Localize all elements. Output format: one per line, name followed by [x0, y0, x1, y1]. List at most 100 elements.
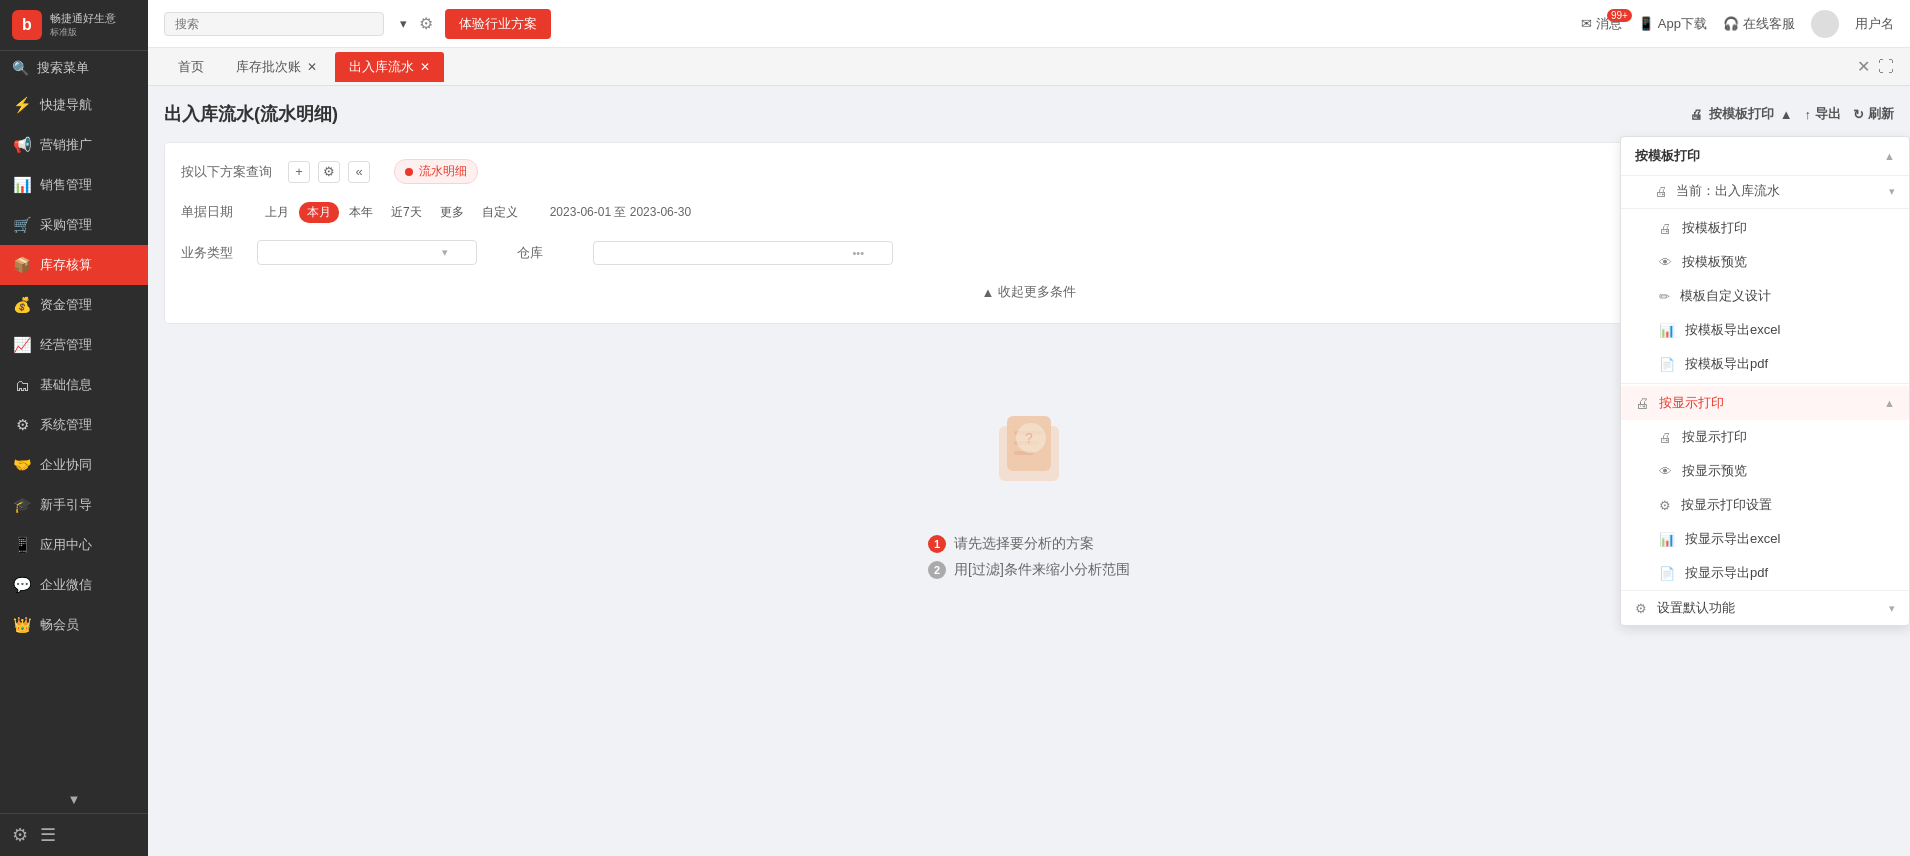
biz-type-select[interactable]: ▾: [257, 240, 477, 265]
template-custom-item[interactable]: ✏ 模板自定义设计: [1621, 279, 1909, 313]
collapse-menu-icon[interactable]: ☰: [40, 824, 56, 846]
template-pdf-item[interactable]: 📄 按模板导出pdf: [1621, 347, 1909, 381]
date-range-text: 2023-06-01 至 2023-06-30: [550, 204, 691, 221]
display-print-icon: 🖨: [1659, 430, 1672, 445]
sidebar-item-purchase[interactable]: 🛒 采购管理: [0, 205, 148, 245]
refresh-btn[interactable]: ↻ 刷新: [1853, 105, 1894, 123]
sidebar-item-basic[interactable]: 🗂 基础信息: [0, 365, 148, 405]
dropdown-current-item[interactable]: 🖨 当前：出入库流水 ▾: [1621, 176, 1909, 206]
set-default-item[interactable]: ⚙ 设置默认功能 ▾: [1621, 590, 1909, 625]
sidebar-search-item[interactable]: 🔍 搜索菜单: [0, 51, 148, 85]
display-pdf-item[interactable]: 📄 按显示导出pdf: [1621, 556, 1909, 590]
sidebar-item-label: 企业协同: [40, 456, 92, 474]
message-icon: ✉: [1581, 16, 1592, 31]
sidebar-item-quick-nav[interactable]: ⚡ 快捷导航: [0, 85, 148, 125]
date-tab-more[interactable]: 更多: [432, 202, 472, 223]
sidebar-item-marketing[interactable]: 📢 营销推广: [0, 125, 148, 165]
topbar-gear-icon[interactable]: ⚙: [419, 14, 433, 33]
tab-in-out-flow[interactable]: 出入库流水 ✕: [335, 52, 444, 82]
topbar-right: ✉ 消息 99+ 📱 App下载 🎧 在线客服 用户名: [1581, 10, 1894, 38]
filter-collapse-btn[interactable]: «: [348, 161, 370, 183]
template-preview-icon: 👁: [1659, 255, 1672, 270]
close-page-icon[interactable]: ✕: [1857, 57, 1870, 76]
date-tab-custom[interactable]: 自定义: [474, 202, 526, 223]
display-print-section-header[interactable]: 🖨 按显示打印 ▲: [1621, 386, 1909, 420]
sidebar-item-vip[interactable]: 👑 畅会员: [0, 605, 148, 645]
filter-actions: + ⚙ «: [288, 161, 370, 183]
display-excel-item[interactable]: 📊 按显示导出excel: [1621, 522, 1909, 556]
template-print-btn[interactable]: 🖨 按模板打印 ▲: [1690, 105, 1793, 123]
tab-in-out-flow-label: 出入库流水: [349, 58, 414, 76]
date-tab-this-month[interactable]: 本月: [299, 202, 339, 223]
finance-icon: 💰: [12, 295, 32, 315]
tab-home[interactable]: 首页: [164, 52, 218, 82]
template-custom-item-label: 模板自定义设计: [1680, 287, 1771, 305]
topbar-message-btn[interactable]: ✉ 消息 99+: [1581, 15, 1622, 33]
sidebar-scroll-down[interactable]: ▼: [0, 785, 148, 813]
page-header: 出入库流水(流水明细) 🖨 按模板打印 ▲ ↑ 导出 ↻ 刷新: [164, 102, 1894, 126]
industry-solution-button[interactable]: 体验行业方案: [445, 9, 551, 39]
divider-2: [1621, 383, 1909, 384]
basic-icon: 🗂: [12, 375, 32, 395]
sidebar-item-beginner[interactable]: 🎓 新手引导: [0, 485, 148, 525]
sidebar-item-operations[interactable]: 📈 经营管理: [0, 325, 148, 365]
refresh-label: 刷新: [1868, 105, 1894, 123]
topbar-search-input[interactable]: [164, 12, 384, 36]
brand-info: 畅捷通好生意 标准版: [50, 11, 116, 39]
sidebar-item-wechat[interactable]: 💬 企业微信: [0, 565, 148, 605]
purchase-icon: 🛒: [12, 215, 32, 235]
sidebar-item-system[interactable]: ⚙ 系统管理: [0, 405, 148, 445]
tab-batch-account[interactable]: 库存批次账 ✕: [222, 52, 331, 82]
beginner-icon: 🎓: [12, 495, 32, 515]
topbar-dropdown[interactable]: ▾: [396, 16, 407, 31]
warehouse-label: 仓库: [517, 244, 577, 262]
sidebar-item-inventory[interactable]: 📦 库存核算: [0, 245, 148, 285]
warehouse-arrow: •••: [852, 247, 864, 259]
active-filter-tag[interactable]: 流水明细: [394, 159, 478, 184]
template-excel-item[interactable]: 📊 按模板导出excel: [1621, 313, 1909, 347]
display-section-icon: 🖨: [1635, 395, 1649, 411]
collapse-label: 收起更多条件: [998, 283, 1076, 301]
filter-label: 按以下方案查询: [181, 163, 272, 181]
sidebar: b 畅捷通好生意 标准版 🔍 搜索菜单 ⚡ 快捷导航 📢 营销推广 📊 销售管理…: [0, 0, 148, 856]
settings-icon[interactable]: ⚙: [12, 824, 28, 846]
display-preview-item[interactable]: 👁 按显示预览: [1621, 454, 1909, 488]
current-printer-icon: 🖨: [1655, 184, 1668, 199]
warehouse-select[interactable]: •••: [593, 241, 893, 265]
sidebar-item-app-center[interactable]: 📱 应用中心: [0, 525, 148, 565]
date-tab-this-year[interactable]: 本年: [341, 202, 381, 223]
date-tab-last-month[interactable]: 上月: [257, 202, 297, 223]
display-section-label: 按显示打印: [1659, 394, 1724, 412]
display-print-settings-item[interactable]: ⚙ 按显示打印设置: [1621, 488, 1909, 522]
topbar-online-service-btn[interactable]: 🎧 在线客服: [1723, 15, 1795, 33]
chevron-down-icon: ▾: [400, 16, 407, 31]
sidebar-item-enterprise[interactable]: 🤝 企业协同: [0, 445, 148, 485]
search-icon: 🔍: [12, 60, 29, 76]
display-print-item[interactable]: 🖨 按显示打印: [1621, 420, 1909, 454]
date-tabs: 上月 本月 本年 近7天 更多 自定义: [257, 202, 526, 223]
page-content: 出入库流水(流水明细) 🖨 按模板打印 ▲ ↑ 导出 ↻ 刷新: [148, 86, 1910, 856]
app-center-icon: 📱: [12, 535, 32, 555]
sidebar-item-sales[interactable]: 📊 销售管理: [0, 165, 148, 205]
tab-in-out-flow-close[interactable]: ✕: [420, 60, 430, 74]
date-tab-7days[interactable]: 近7天: [383, 202, 430, 223]
export-btn[interactable]: ↑ 导出: [1805, 105, 1842, 123]
display-print-item-label: 按显示打印: [1682, 428, 1747, 446]
template-preview-item[interactable]: 👁 按模板预览: [1621, 245, 1909, 279]
expand-icon[interactable]: ⛶: [1878, 58, 1894, 76]
filter-add-btn[interactable]: +: [288, 161, 310, 183]
topbar-app-download-btn[interactable]: 📱 App下载: [1638, 15, 1707, 33]
user-avatar[interactable]: [1811, 10, 1839, 38]
template-print-label: 按模板打印: [1709, 105, 1774, 123]
current-label: 当前：出入库流水: [1676, 182, 1780, 200]
quick-nav-icon: ⚡: [12, 95, 32, 115]
dropdown-panel-chevron[interactable]: ▲: [1884, 150, 1895, 162]
sidebar-item-label: 销售管理: [40, 176, 92, 194]
sidebar-item-finance[interactable]: 💰 资金管理: [0, 285, 148, 325]
tab-batch-account-close[interactable]: ✕: [307, 60, 317, 74]
sidebar-item-label: 应用中心: [40, 536, 92, 554]
filter-settings-btn[interactable]: ⚙: [318, 161, 340, 183]
template-print-item[interactable]: 🖨 按模板打印: [1621, 211, 1909, 245]
empty-state-icon: ?: [979, 396, 1079, 515]
empty-steps-list: 1 请先选择要分析的方案 2 用[过滤]条件来缩小分析范围: [928, 535, 1130, 587]
